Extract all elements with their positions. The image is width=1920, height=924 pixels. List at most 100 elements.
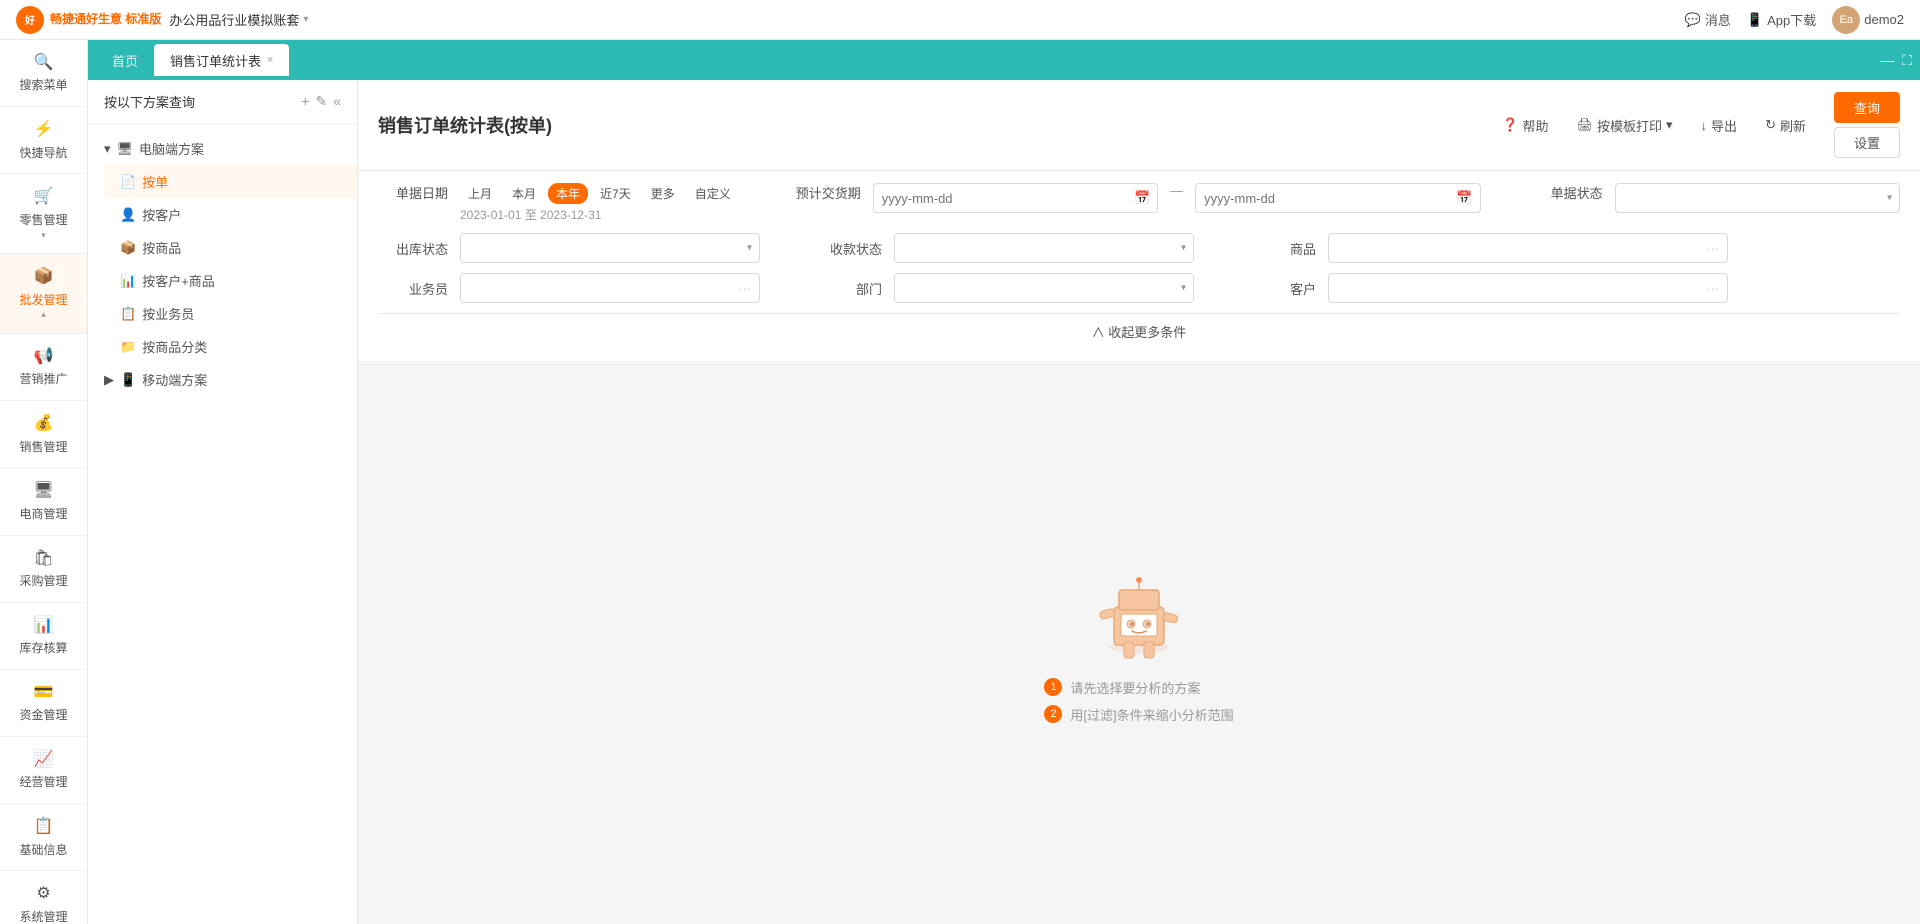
inventory-icon: 📊 <box>34 615 54 637</box>
ecom-mgmt-icon: 🖥 <box>33 480 53 502</box>
search-menu-icon: 🔍 <box>34 52 54 74</box>
top-bar: 好 畅捷通好生意 标准版 办公用品行业模拟账套 ▾ 💬 消息 📱 App下载 E… <box>0 0 1920 40</box>
filter-section: 单据日期 上月 本月 本年 近7天 更多 自定义 20 <box>358 171 1920 361</box>
print-dropdown-icon: ▾ <box>1666 117 1673 133</box>
empty-state: 1 请先选择要分析的方案 2 用[过滤]条件来缩小分析范围 <box>1004 522 1273 764</box>
page-title-row: 销售订单统计表(按单) ❓ 帮助 🖨 按模板打印 ▾ <box>378 92 1900 158</box>
marketing-icon: 📢 <box>34 346 54 368</box>
tree-child-label: 按客户+商品 <box>142 271 215 290</box>
sidebar-item-basic-info[interactable]: 📋 基础信息 <box>0 804 87 871</box>
sales-mgmt-icon: 💰 <box>34 413 54 435</box>
company-select[interactable]: 办公用品行业模拟账套 ▾ <box>169 10 308 29</box>
date-more[interactable]: 更多 <box>643 183 683 204</box>
collapse-bar[interactable]: ∧ 收起更多条件 <box>378 313 1900 349</box>
sidebar-item-retail-mgmt[interactable]: 🛒 零售管理 ▾ <box>0 174 87 254</box>
salesperson-label: 业务员 <box>378 279 448 298</box>
tree-item-by-order[interactable]: 📄 按单 <box>104 165 357 198</box>
tab-close-icon[interactable]: × <box>267 54 273 66</box>
tree-section: ▾ 🖥 电脑端方案 📄 按单 👤 按客户 <box>88 124 357 404</box>
app-download-button[interactable]: 📱 App下载 <box>1747 10 1816 29</box>
sidebar-item-sales-mgmt[interactable]: 💰 销售管理 <box>0 401 87 468</box>
company-name: 办公用品行业模拟账套 <box>169 10 299 29</box>
folder-icon: 🖥 <box>117 141 134 157</box>
help-button[interactable]: ❓ 帮助 <box>1494 112 1556 139</box>
export-label: 导出 <box>1711 116 1737 135</box>
tree-child-icon: 📦 <box>120 240 136 256</box>
sidebar-item-label: 系统管理 <box>19 909 67 924</box>
user-profile-button[interactable]: Ea demo2 <box>1832 6 1904 34</box>
payment-status-label: 收款状态 <box>812 239 882 258</box>
refresh-button[interactable]: ↻ 刷新 <box>1757 112 1814 139</box>
payment-status-select[interactable] <box>894 233 1194 263</box>
page-header: 销售订单统计表(按单) ❓ 帮助 🖨 按模板打印 ▾ <box>358 80 1920 171</box>
sidebar: 🔍 搜索菜单 ⚡ 快捷导航 🛒 零售管理 ▾ 📦 批发管理 ▴ 📢 营销推广 💰… <box>0 40 88 924</box>
sidebar-item-label: 批发管理 <box>19 292 67 309</box>
order-status-label: 单据状态 <box>1533 183 1603 202</box>
left-panel: 按以下方案查询 + ✎ « ▾ 🖥 电脑端方案 <box>88 80 358 924</box>
date-label: 单据日期 <box>378 183 448 202</box>
sidebar-item-sys-mgmt[interactable]: ⚙ 系统管理 <box>0 871 87 924</box>
sidebar-item-label: 采购管理 <box>19 573 67 590</box>
dept-select[interactable] <box>894 273 1194 303</box>
tree-pc-section[interactable]: ▾ 🖥 电脑端方案 <box>88 132 357 165</box>
query-button[interactable]: 查询 <box>1834 92 1900 123</box>
chevron-up-icon: ▴ <box>41 308 46 321</box>
tree-item-by-goods[interactable]: 📦 按商品 <box>104 231 357 264</box>
goods-select-input[interactable]: ··· <box>1328 233 1728 263</box>
delivery-date-from-input[interactable] <box>873 183 1158 213</box>
sidebar-item-wholesale-mgmt[interactable]: 📦 批发管理 ▴ <box>0 254 87 334</box>
order-status-select[interactable] <box>1615 183 1900 213</box>
customer-input[interactable]: ··· <box>1328 273 1728 303</box>
tree-item-by-customer-goods[interactable]: 📊 按客户+商品 <box>104 264 357 297</box>
app-download-icon: 📱 <box>1747 12 1763 28</box>
tab-bar-actions: — ⛶ <box>1880 52 1912 69</box>
sidebar-item-label: 电商管理 <box>19 506 67 523</box>
sidebar-item-label: 销售管理 <box>19 439 67 456</box>
sidebar-item-ecom-mgmt[interactable]: 🖥 电商管理 <box>0 468 87 535</box>
dept-label: 部门 <box>812 279 882 298</box>
sidebar-item-marketing[interactable]: 📢 营销推广 <box>0 334 87 401</box>
print-template-label: 按模板打印 <box>1597 116 1662 135</box>
print-template-button[interactable]: 🖨 按模板打印 ▾ <box>1568 112 1680 139</box>
sidebar-item-purchase-mgmt[interactable]: 🛍 采购管理 <box>0 536 87 603</box>
tree-item-by-salesperson[interactable]: 📋 按业务员 <box>104 297 357 330</box>
date-this-month[interactable]: 本月 <box>504 183 544 204</box>
chevron-down-icon: ▾ <box>41 229 46 242</box>
tab-minimize-icon[interactable]: — <box>1880 52 1894 68</box>
left-panel-header: 按以下方案查询 + ✎ « <box>88 80 357 124</box>
tree-mobile-section[interactable]: ▶ 📱 移动端方案 <box>88 363 357 396</box>
sidebar-item-operations[interactable]: 📈 经营管理 <box>0 737 87 804</box>
tab-home-label: 首页 <box>112 51 138 70</box>
collapse-panel-icon[interactable]: « <box>333 93 341 110</box>
sidebar-item-search-menu[interactable]: 🔍 搜索菜单 <box>0 40 87 107</box>
date-custom[interactable]: 自定义 <box>687 183 739 204</box>
delivery-date-to-input[interactable] <box>1195 183 1480 213</box>
company-arrow-icon: ▾ <box>303 14 308 25</box>
add-scheme-button[interactable]: + <box>301 93 309 110</box>
ship-status-select[interactable] <box>460 233 760 263</box>
edit-scheme-icon[interactable]: ✎ <box>315 93 327 110</box>
message-button[interactable]: 💬 消息 <box>1685 10 1731 29</box>
sidebar-item-label: 经营管理 <box>19 774 67 791</box>
logo-icon: 好 <box>16 6 44 34</box>
tree-item-by-customer[interactable]: 👤 按客户 <box>104 198 357 231</box>
tree-item-by-category[interactable]: 📁 按商品分类 <box>104 330 357 363</box>
sidebar-item-inventory[interactable]: 📊 库存核算 <box>0 603 87 670</box>
retail-mgmt-icon: 🛒 <box>34 186 54 208</box>
tab-home[interactable]: 首页 <box>96 44 154 76</box>
goods-label: 商品 <box>1246 239 1316 258</box>
finance-icon: 💳 <box>34 682 54 704</box>
date-this-year[interactable]: 本年 <box>548 183 588 204</box>
export-button[interactable]: ↓ 导出 <box>1693 112 1746 139</box>
refresh-icon: ↻ <box>1765 117 1776 133</box>
basic-info-icon: 📋 <box>34 816 54 838</box>
date-last-month[interactable]: 上月 <box>460 183 500 204</box>
salesperson-input[interactable]: ··· <box>460 273 760 303</box>
date-last-7[interactable]: 近7天 <box>592 183 639 204</box>
sidebar-item-finance[interactable]: 💳 资金管理 <box>0 670 87 737</box>
tab-maximize-icon[interactable]: ⛶ <box>1902 52 1912 69</box>
wholesale-mgmt-icon: 📦 <box>34 266 54 288</box>
tab-sales-stat[interactable]: 销售订单统计表 × <box>154 44 289 76</box>
settings-button[interactable]: 设置 <box>1834 127 1900 158</box>
sidebar-item-quick-nav[interactable]: ⚡ 快捷导航 <box>0 107 87 174</box>
